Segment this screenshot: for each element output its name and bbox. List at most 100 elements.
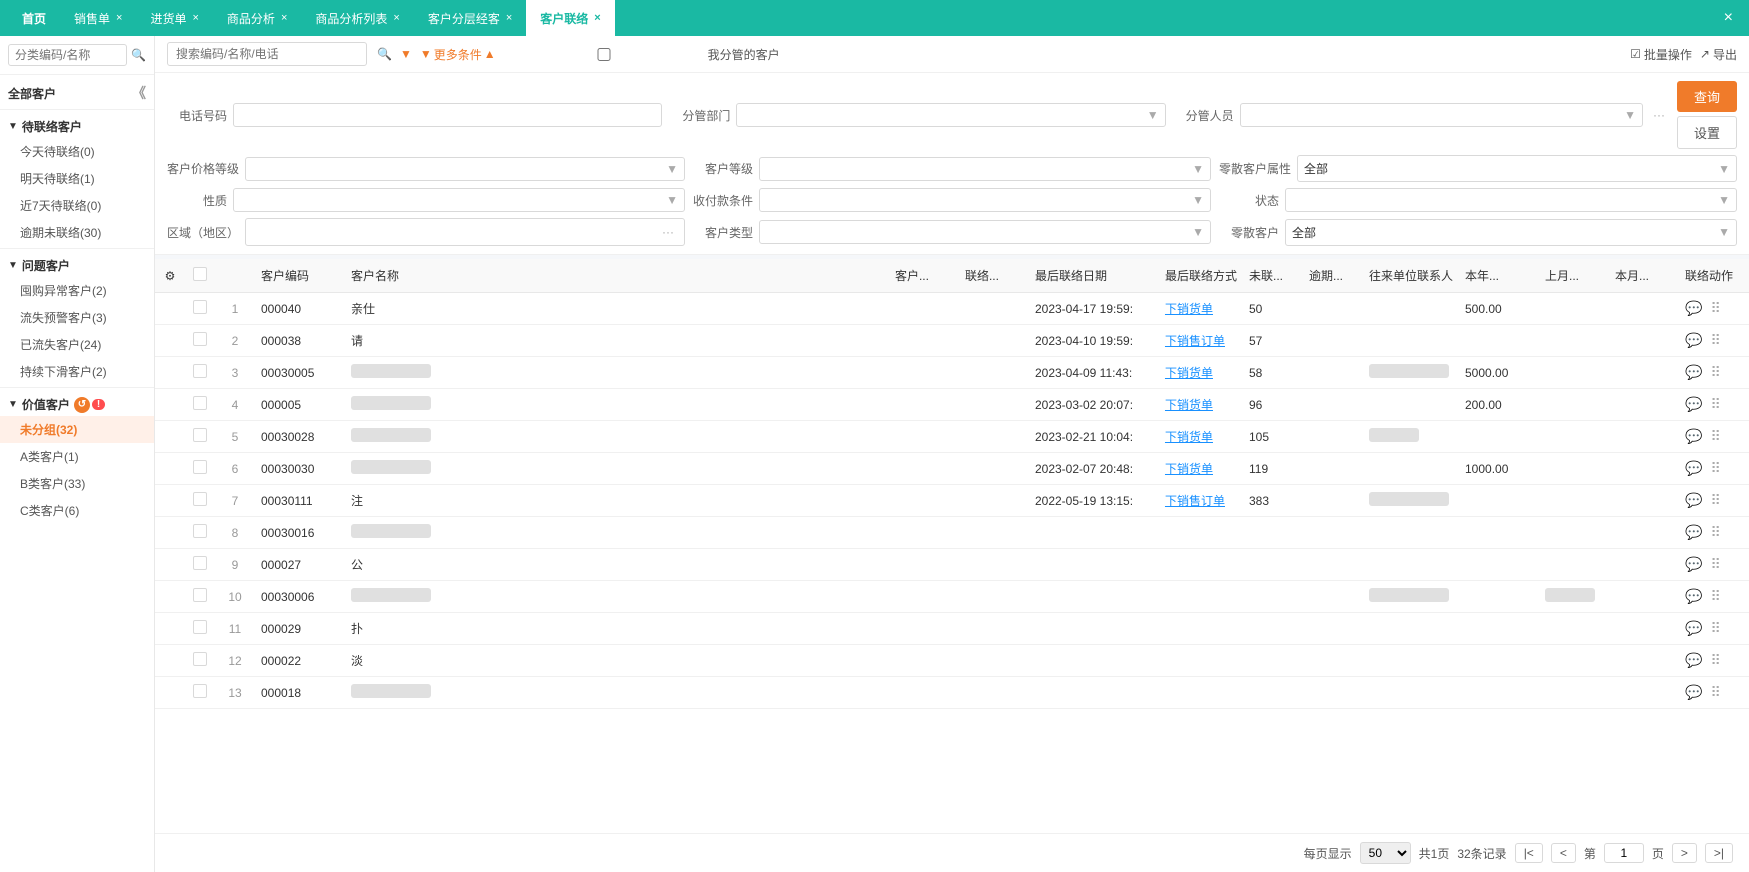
chat-action-icon[interactable]: 💬 (1685, 396, 1702, 413)
row-checkbox[interactable] (193, 588, 207, 602)
sidebar-item-today[interactable]: 今天待联络(0) (0, 138, 154, 165)
query-button[interactable]: 查询 (1677, 81, 1737, 112)
td-checkbox[interactable] (185, 293, 215, 325)
more-action-icon[interactable]: ⠿ (1710, 620, 1720, 637)
td-checkbox[interactable] (185, 549, 215, 581)
more-action-icon[interactable]: ⠿ (1710, 364, 1720, 381)
td-last-way[interactable]: 下销货单 (1159, 389, 1243, 421)
tab-customer-contact[interactable]: 客户联络 × (526, 0, 614, 36)
page-input[interactable] (1604, 843, 1644, 863)
per-page-select[interactable]: 50 100 200 (1360, 842, 1411, 864)
row-checkbox[interactable] (193, 460, 207, 474)
chat-action-icon[interactable]: 💬 (1685, 364, 1702, 381)
category-search-input[interactable] (8, 44, 127, 66)
row-checkbox[interactable] (193, 652, 207, 666)
tab-sales[interactable]: 销售单 × (60, 0, 136, 36)
chat-action-icon[interactable]: 💬 (1685, 492, 1702, 509)
close-sales-tab[interactable]: × (116, 12, 122, 24)
sidebar-item-typeA[interactable]: A类客户(1) (0, 443, 154, 470)
price-grade-select[interactable]: ▼ (245, 157, 685, 181)
td-last-way[interactable] (1159, 677, 1243, 709)
row-checkbox[interactable] (193, 300, 207, 314)
last-way-link[interactable]: 下销售订单 (1165, 334, 1225, 348)
sidebar-category-pending[interactable]: ▼ 待联络客户 (0, 112, 154, 138)
last-way-link[interactable]: 下销货单 (1165, 366, 1213, 380)
sidebar-item-churn-warning[interactable]: 流失预警客户(3) (0, 304, 154, 331)
sidebar-item-overdue[interactable]: 逾期未联络(30) (0, 219, 154, 246)
sidebar-item-abnormal[interactable]: 囤购异常客户(2) (0, 277, 154, 304)
td-checkbox[interactable] (185, 357, 215, 389)
th-last-date[interactable]: 最后联络日期 (1029, 259, 1159, 293)
chat-action-icon[interactable]: 💬 (1685, 460, 1702, 477)
more-action-icon[interactable]: ⠿ (1710, 460, 1720, 477)
customer-grade-select[interactable]: ▼ (759, 157, 1211, 181)
th-this-month[interactable]: 本月... (1609, 259, 1679, 293)
td-last-way[interactable] (1159, 613, 1243, 645)
td-last-way[interactable] (1159, 549, 1243, 581)
td-checkbox[interactable] (185, 389, 215, 421)
last-way-link[interactable]: 下销货单 (1165, 462, 1213, 476)
chat-action-icon[interactable]: 💬 (1685, 300, 1702, 317)
dept-select[interactable]: ▼ (736, 103, 1165, 127)
th-uncontacted[interactable]: 未联... (1243, 259, 1303, 293)
row-checkbox[interactable] (193, 684, 207, 698)
close-customer-contact-tab[interactable]: × (594, 12, 600, 24)
th-year-amt[interactable]: 本年... (1459, 259, 1539, 293)
batch-ops-button[interactable]: ☑ 批量操作 (1630, 46, 1692, 63)
th-settings[interactable]: ⚙ (155, 259, 185, 293)
my-customers-checkbox[interactable] (504, 48, 704, 61)
td-last-way[interactable]: 下销货单 (1159, 421, 1243, 453)
th-name[interactable]: 客户名称 (345, 259, 889, 293)
more-action-icon[interactable]: ⠿ (1710, 396, 1720, 413)
more-action-icon[interactable]: ⠿ (1710, 332, 1720, 349)
more-action-icon[interactable]: ⠿ (1710, 588, 1720, 605)
sidebar-item-typeC[interactable]: C类客户(6) (0, 497, 154, 524)
last-page-button[interactable]: >| (1705, 843, 1733, 863)
more-action-icon[interactable]: ⠿ (1710, 300, 1720, 317)
search-button[interactable]: 🔍 (377, 47, 392, 61)
td-checkbox[interactable] (185, 421, 215, 453)
chat-action-icon[interactable]: 💬 (1685, 332, 1702, 349)
th-type[interactable]: 客户... (889, 259, 959, 293)
person-select[interactable]: ▼ (1240, 103, 1643, 127)
sidebar-category-problem[interactable]: ▼ 问题客户 (0, 251, 154, 277)
tab-customer-segment[interactable]: 客户分层经客 × (414, 0, 526, 36)
chat-action-icon[interactable]: 💬 (1685, 428, 1702, 445)
more-action-icon[interactable]: ⠿ (1710, 428, 1720, 445)
prev-page-button[interactable]: < (1551, 843, 1576, 863)
next-page-button[interactable]: > (1672, 843, 1697, 863)
all-customers-header[interactable]: 全部客户 《 (0, 75, 154, 107)
person-more-button[interactable]: ··· (1649, 106, 1669, 124)
row-checkbox[interactable] (193, 364, 207, 378)
last-way-link[interactable]: 下销售订单 (1165, 494, 1225, 508)
sidebar-item-churned[interactable]: 已流失客户(24) (0, 331, 154, 358)
category-search-icon[interactable]: 🔍 (131, 48, 146, 62)
chat-action-icon[interactable]: 💬 (1685, 524, 1702, 541)
payment-select[interactable]: ▼ (759, 188, 1211, 212)
td-checkbox[interactable] (185, 613, 215, 645)
region-select[interactable]: ··· (245, 218, 685, 246)
td-last-way[interactable]: 下销售订单 (1159, 485, 1243, 517)
td-checkbox[interactable] (185, 677, 215, 709)
sidebar-item-ungrouped[interactable]: 未分组(32) (0, 416, 154, 443)
nature-select[interactable]: ▼ (233, 188, 685, 212)
chat-action-icon[interactable]: 💬 (1685, 652, 1702, 669)
close-product-analysis-tab[interactable]: × (281, 12, 287, 24)
td-checkbox[interactable] (185, 453, 215, 485)
reset-button[interactable]: 设置 (1677, 116, 1737, 149)
chat-action-icon[interactable]: 💬 (1685, 620, 1702, 637)
th-last-month[interactable]: 上月... (1539, 259, 1609, 293)
th-overdue[interactable]: 逾期... (1303, 259, 1363, 293)
sidebar-item-declining[interactable]: 持续下滑客户(2) (0, 358, 154, 385)
more-action-icon[interactable]: ⠿ (1710, 492, 1720, 509)
tab-home[interactable]: 首页 (8, 0, 60, 36)
chat-action-icon[interactable]: 💬 (1685, 556, 1702, 573)
td-last-way[interactable] (1159, 517, 1243, 549)
search-input[interactable] (167, 42, 367, 66)
row-checkbox[interactable] (193, 396, 207, 410)
sidebar-item-tomorrow[interactable]: 明天待联络(1) (0, 165, 154, 192)
row-checkbox[interactable] (193, 492, 207, 506)
more-action-icon[interactable]: ⠿ (1710, 652, 1720, 669)
th-checkbox[interactable] (185, 259, 215, 293)
td-checkbox[interactable] (185, 645, 215, 677)
